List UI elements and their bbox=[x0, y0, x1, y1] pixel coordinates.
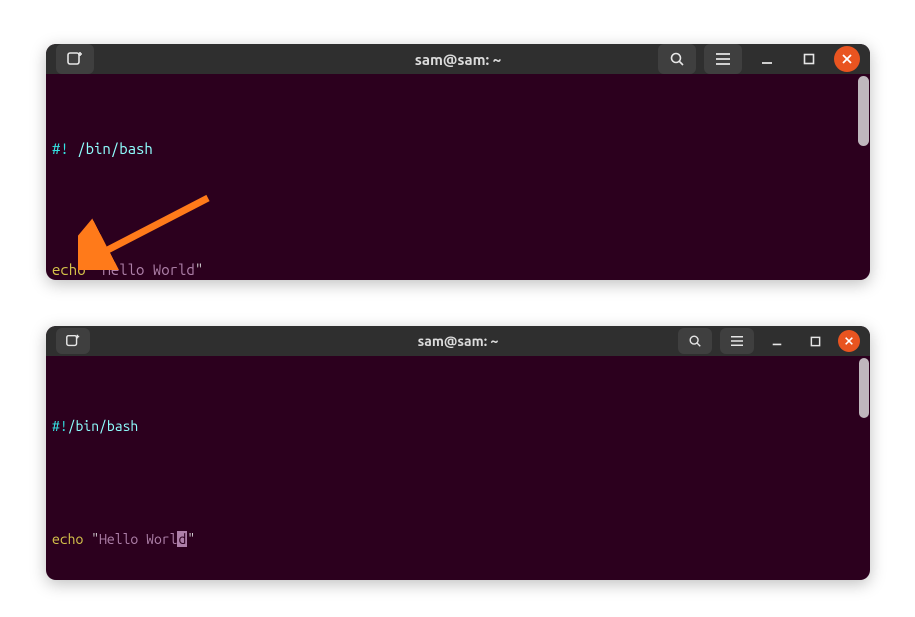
minimize-icon bbox=[771, 335, 783, 347]
hamburger-icon bbox=[715, 52, 731, 66]
titlebar: sam@sam: ~ bbox=[46, 326, 870, 356]
search-button[interactable] bbox=[658, 44, 696, 74]
minimize-icon bbox=[760, 52, 774, 66]
echo-keyword: echo bbox=[52, 531, 83, 547]
code-line-2: echo "Hello World" bbox=[52, 260, 864, 280]
maximize-button[interactable] bbox=[800, 326, 830, 356]
code-line-1: #!/bin/bash bbox=[52, 417, 864, 436]
code-line-2: echo "Hello World" bbox=[52, 530, 864, 549]
maximize-icon bbox=[810, 336, 821, 347]
terminal-body[interactable]: #!/bin/bash echo "Hello World" ~ ~ ~ ~ ~… bbox=[46, 356, 870, 580]
terminal-window-2: sam@sam: ~ bbox=[46, 326, 870, 580]
new-tab-button[interactable] bbox=[56, 328, 90, 354]
scrollbar-thumb[interactable] bbox=[858, 76, 869, 146]
blank-line bbox=[52, 473, 864, 492]
new-tab-button[interactable] bbox=[56, 44, 94, 74]
echo-string: Hello World bbox=[102, 261, 194, 278]
hamburger-icon bbox=[730, 335, 744, 347]
new-tab-icon bbox=[66, 50, 84, 68]
minimize-button[interactable] bbox=[750, 44, 784, 74]
blank-line bbox=[52, 200, 864, 220]
echo-string-pre: Hello Worl bbox=[99, 531, 177, 547]
maximize-button[interactable] bbox=[792, 44, 826, 74]
shebang-token: #! bbox=[52, 140, 77, 157]
minimize-button[interactable] bbox=[762, 326, 792, 356]
shebang-token: #! bbox=[52, 418, 68, 434]
titlebar: sam@sam: ~ bbox=[46, 44, 870, 74]
quote-close: " bbox=[195, 261, 203, 278]
close-button[interactable] bbox=[838, 330, 860, 352]
close-button[interactable] bbox=[834, 46, 860, 72]
shebang-path: /bin/bash bbox=[68, 418, 139, 434]
quote-open: " bbox=[91, 531, 99, 547]
quote-close: " bbox=[187, 531, 195, 547]
search-icon bbox=[688, 334, 702, 348]
code-line-1: #! /bin/bash bbox=[52, 139, 864, 159]
menu-button[interactable] bbox=[720, 328, 754, 354]
maximize-icon bbox=[803, 53, 815, 65]
search-button[interactable] bbox=[678, 328, 712, 354]
new-tab-icon bbox=[65, 333, 81, 349]
scrollbar-thumb[interactable] bbox=[859, 358, 869, 418]
cursor-on-char: d bbox=[177, 531, 187, 547]
echo-keyword: echo bbox=[52, 261, 86, 278]
search-icon bbox=[669, 51, 685, 67]
menu-button[interactable] bbox=[704, 44, 742, 74]
close-icon bbox=[841, 53, 853, 65]
terminal-body[interactable]: #! /bin/bash echo "Hello World" ~ ~ ~ ~ … bbox=[46, 74, 870, 280]
shebang-path: /bin/bash bbox=[77, 140, 153, 157]
terminal-window-1: sam@sam: ~ bbox=[46, 44, 870, 280]
close-icon bbox=[844, 336, 854, 346]
